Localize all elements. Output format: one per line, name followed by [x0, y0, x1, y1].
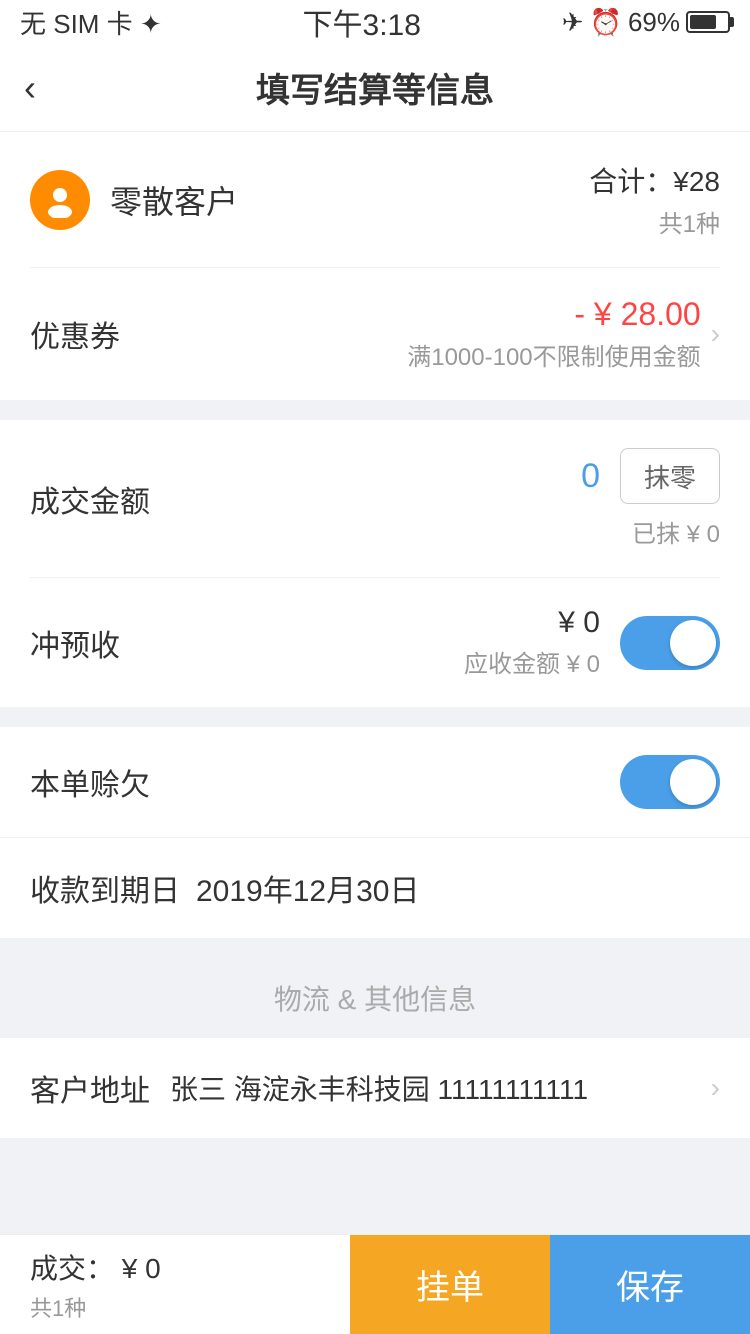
- total-amount: 合计：¥28: [589, 160, 720, 200]
- content-area: 零散客户 合计：¥28 共1种 优惠券 - ¥ 28.00 满1000-100不…: [0, 132, 750, 1278]
- hold-button[interactable]: 挂单: [350, 1235, 550, 1334]
- address-row[interactable]: 客户地址 张三 海淀永丰科技园 11111111111 ›: [0, 1038, 750, 1138]
- bottom-count: 共1种: [30, 1291, 320, 1323]
- amount-field-right: 0 抹零: [560, 448, 720, 504]
- status-right: ✈ ⏰ 69%: [562, 7, 730, 38]
- amount-row: 成交金额 0 抹零 已抹 ¥ 0: [0, 420, 750, 577]
- status-bar: 无 SIM 卡 ✦ 下午3:18 ✈ ⏰ 69%: [0, 0, 750, 44]
- prepay-toggle[interactable]: [620, 616, 720, 670]
- prepay-right: ¥ 0 应收金额 ¥ 0: [464, 606, 720, 679]
- prepay-label: 冲预收: [30, 621, 120, 665]
- coupon-discount: - ¥ 28.00: [407, 296, 700, 333]
- credit-toggle[interactable]: [620, 755, 720, 809]
- prepay-sub: 应收金额 ¥ 0: [464, 644, 600, 679]
- toggle-thumb: [670, 620, 716, 666]
- due-date-row: 收款到期日 2019年12月30日: [0, 837, 750, 938]
- amount-value[interactable]: 0: [560, 457, 600, 496]
- status-left: 无 SIM 卡 ✦: [20, 4, 162, 41]
- due-date-value: 2019年12月30日: [196, 866, 419, 910]
- address-section: 客户地址 张三 海淀永丰科技园 11111111111 ›: [0, 1038, 750, 1138]
- back-button[interactable]: ‹: [24, 67, 36, 109]
- address-chevron-icon: ›: [711, 1072, 720, 1104]
- prepay-row: 冲预收 ¥ 0 应收金额 ¥ 0: [0, 578, 750, 707]
- prepay-amount-group: ¥ 0 应收金额 ¥ 0: [464, 606, 600, 679]
- location-icon: ✈: [562, 7, 584, 38]
- bottom-summary: 成交： ¥ 0 共1种: [0, 1247, 350, 1323]
- address-value: 张三 海淀永丰科技园 11111111111: [170, 1068, 711, 1108]
- customer-section: 零散客户 合计：¥28 共1种 优惠券 - ¥ 28.00 满1000-100不…: [0, 132, 750, 400]
- round-off-button[interactable]: 抹零: [620, 448, 720, 504]
- customer-right: 合计：¥28 共1种: [589, 160, 720, 239]
- due-date-label: 收款到期日: [30, 866, 180, 910]
- address-label: 客户地址: [30, 1066, 150, 1110]
- customer-name: 零散客户: [110, 177, 238, 223]
- coupon-info: - ¥ 28.00 满1000-100不限制使用金额: [407, 296, 700, 372]
- page-title: 填写结算等信息: [256, 63, 494, 112]
- logistics-title: 物流 & 其他信息: [274, 978, 476, 1018]
- save-button[interactable]: 保存: [550, 1235, 750, 1334]
- credit-row: 本单赊欠: [0, 727, 750, 837]
- amount-subtotal: 已抹 ¥ 0: [632, 514, 720, 549]
- credit-section: 本单赊欠 收款到期日 2019年12月30日: [0, 727, 750, 938]
- customer-left: 零散客户: [30, 170, 238, 230]
- coupon-right: - ¥ 28.00 满1000-100不限制使用金额 ›: [407, 296, 720, 372]
- amount-label: 成交金额: [30, 477, 150, 521]
- deal-label: 成交：: [30, 1253, 114, 1284]
- deal-amount: ¥ 0: [122, 1253, 161, 1284]
- coupon-row[interactable]: 优惠券 - ¥ 28.00 满1000-100不限制使用金额 ›: [0, 268, 750, 400]
- total-count: 共1种: [589, 204, 720, 239]
- coupon-description: 满1000-100不限制使用金额: [407, 337, 700, 372]
- chevron-right-icon: ›: [711, 318, 720, 350]
- sim-status: 无 SIM 卡 ✦: [20, 4, 162, 41]
- bottom-deal: 成交： ¥ 0: [30, 1247, 320, 1287]
- logistics-header: 物流 & 其他信息: [0, 958, 750, 1038]
- battery-percent: 69%: [628, 7, 680, 38]
- battery-icon: [686, 11, 730, 33]
- prepay-amount: ¥ 0: [464, 606, 600, 640]
- customer-row: 零散客户 合计：¥28 共1种: [0, 132, 750, 267]
- bottom-bar: 成交： ¥ 0 共1种 挂单 保存: [0, 1234, 750, 1334]
- status-time: 下午3:18: [303, 0, 421, 44]
- coupon-label: 优惠券: [30, 312, 120, 356]
- credit-toggle-thumb: [670, 759, 716, 805]
- credit-label: 本单赊欠: [30, 760, 150, 804]
- alarm-icon: ⏰: [590, 7, 622, 38]
- nav-bar: ‹ 填写结算等信息: [0, 44, 750, 132]
- avatar: [30, 170, 90, 230]
- transaction-section: 成交金额 0 抹零 已抹 ¥ 0 冲预收 ¥ 0 应收金额 ¥ 0: [0, 420, 750, 707]
